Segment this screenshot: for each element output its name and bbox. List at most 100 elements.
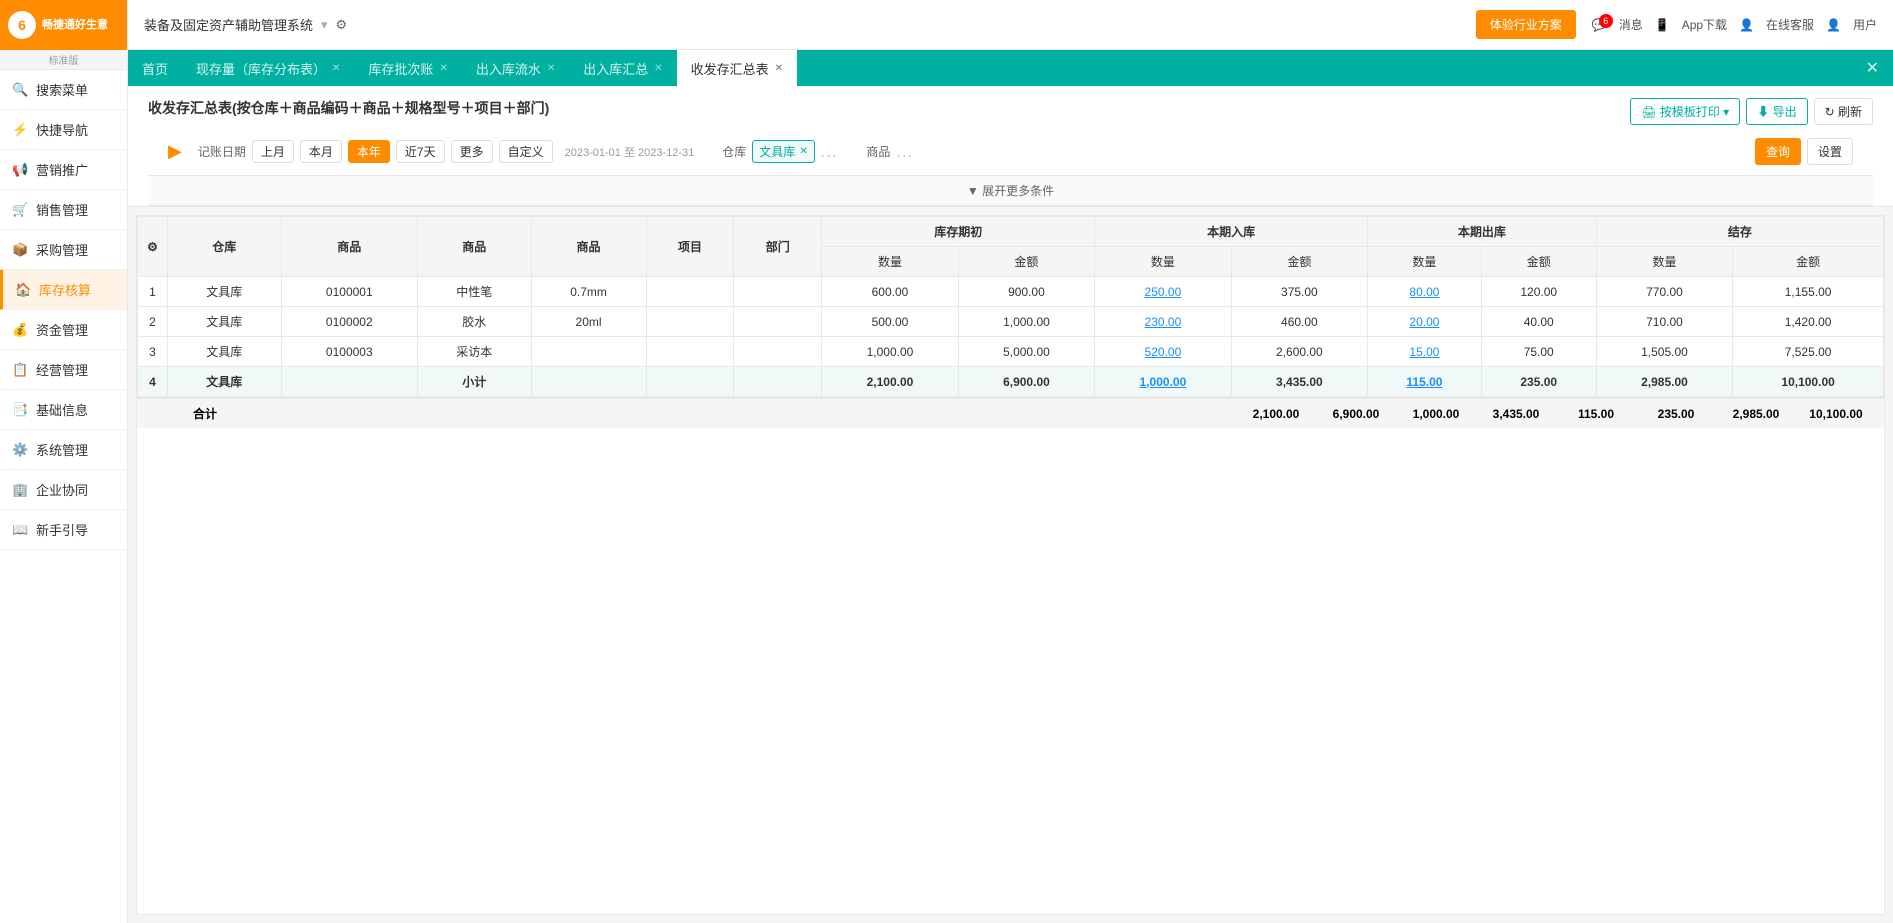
- user-label[interactable]: 用户: [1853, 16, 1877, 33]
- warehouse-tag-remove[interactable]: ✕: [799, 146, 807, 157]
- th-product-name: 商品: [418, 217, 532, 277]
- print-button[interactable]: 🖨 按模板打印 ▾: [1630, 98, 1740, 125]
- th-product-code: 商品: [281, 217, 417, 277]
- sidebar-item-enterprise[interactable]: 🏢 企业协同: [0, 470, 127, 510]
- cell-no: 2: [138, 307, 168, 337]
- settings-button[interactable]: 设置: [1807, 138, 1853, 165]
- cell-bal-amt: 1,155.00: [1733, 277, 1884, 307]
- cell-open-amt: 900.00: [958, 277, 1094, 307]
- inventory-icon: 🏠: [15, 282, 31, 298]
- message-icon-group[interactable]: 💬 6: [1592, 18, 1607, 32]
- tab-home[interactable]: 首页: [128, 50, 182, 86]
- footer-in-amt: 3,435.00: [1476, 407, 1556, 421]
- export-button[interactable]: ⬇ 导出: [1746, 98, 1807, 125]
- cell-spec: 20ml: [531, 307, 646, 337]
- sidebar: 6 畅捷通好生意 标准版 🔍 搜索菜单 ⚡ 快捷导航 📢 营销推广 🛒 销售管理…: [0, 0, 128, 923]
- footer-bal-qty: 2,985.00: [1716, 407, 1796, 421]
- table-row: 2文具库0100002胶水20ml500.001,000.00230.00460…: [138, 307, 1884, 337]
- cell-code: 0100001: [281, 277, 417, 307]
- topbar-left: 装备及固定资产辅助管理系统 ▾ ⚙: [144, 15, 347, 34]
- th-project: 项目: [646, 217, 734, 277]
- sidebar-item-marketing[interactable]: 📢 营销推广: [0, 150, 127, 190]
- tab-batch[interactable]: 库存批次账 ✕: [354, 50, 461, 86]
- tab-close-inventory-dist[interactable]: ✕: [332, 63, 340, 74]
- date-more-btn[interactable]: 更多: [451, 140, 493, 163]
- warehouse-tag[interactable]: 文具库 ✕: [752, 140, 814, 163]
- sidebar-item-search[interactable]: 🔍 搜索菜单: [0, 70, 127, 110]
- purchase-icon: 📦: [12, 242, 28, 258]
- cell-spec: [531, 367, 646, 397]
- goods-more-dots[interactable]: ...: [896, 144, 914, 160]
- tab-close-recv-send-summary[interactable]: ✕: [775, 63, 783, 74]
- date-curr-month-btn[interactable]: 本月: [300, 140, 342, 163]
- tab-inout-summary[interactable]: 出入库汇总 ✕: [569, 50, 676, 86]
- sidebar-item-purchase[interactable]: 📦 采购管理: [0, 230, 127, 270]
- content-area: 收发存汇总表(按仓库＋商品编码＋商品＋规格型号＋项目＋部门) 🖨 按模板打印 ▾…: [128, 86, 1893, 923]
- cell-no: 4: [138, 367, 168, 397]
- date-range-display: 2023-01-01 至 2023-12-31: [565, 144, 695, 160]
- cell-spec: [531, 337, 646, 367]
- cell-dept: [734, 277, 822, 307]
- cell-warehouse: 文具库: [168, 367, 282, 397]
- gear-icon[interactable]: ⚙: [336, 17, 348, 33]
- date-7days-btn[interactable]: 近7天: [396, 140, 445, 163]
- sidebar-item-newbie[interactable]: 📖 新手引导: [0, 510, 127, 550]
- tab-inventory-dist[interactable]: 现存量（库存分布表） ✕: [182, 50, 354, 86]
- demo-button[interactable]: 体验行业方案: [1476, 10, 1576, 39]
- sidebar-item-sales[interactable]: 🛒 销售管理: [0, 190, 127, 230]
- tab-close-inout-flow[interactable]: ✕: [547, 63, 555, 74]
- cell-code: 0100003: [281, 337, 417, 367]
- date-prev-month-btn[interactable]: 上月: [252, 140, 294, 163]
- cell-in-amt: 375.00: [1231, 277, 1367, 307]
- date-filter-section: 记账日期 上月 本月 本年 近7天 更多 自定义: [198, 140, 553, 163]
- sidebar-item-inventory[interactable]: 🏠 库存核算: [0, 270, 127, 310]
- cell-warehouse: 文具库: [168, 307, 282, 337]
- filter-collapse-btn[interactable]: ▶: [168, 141, 182, 162]
- refresh-button[interactable]: ↻ 刷新: [1814, 98, 1873, 125]
- date-curr-year-btn[interactable]: 本年: [348, 140, 390, 163]
- tab-close-inout-summary[interactable]: ✕: [654, 63, 662, 74]
- tab-inout-flow[interactable]: 出入库流水 ✕: [462, 50, 569, 86]
- sidebar-item-finance[interactable]: 💰 资金管理: [0, 310, 127, 350]
- warehouse-more-dots[interactable]: ...: [821, 144, 839, 160]
- cell-in-qty[interactable]: 520.00: [1095, 337, 1231, 367]
- cell-open-amt: 1,000.00: [958, 307, 1094, 337]
- cell-name: 中性笔: [418, 277, 532, 307]
- cell-bal-qty: 2,985.00: [1596, 367, 1732, 397]
- cell-out-qty[interactable]: 15.00: [1368, 337, 1482, 367]
- app-download-label[interactable]: App下载: [1682, 16, 1727, 33]
- sidebar-item-operation[interactable]: 📋 经营管理: [0, 350, 127, 390]
- cell-out-qty[interactable]: 20.00: [1368, 307, 1482, 337]
- message-label: 消息: [1619, 16, 1643, 33]
- sidebar-item-system[interactable]: ⚙️ 系统管理: [0, 430, 127, 470]
- query-button[interactable]: 查询: [1755, 138, 1801, 165]
- cell-out-qty[interactable]: 115.00: [1368, 367, 1482, 397]
- print-dropdown-icon: ▾: [1723, 105, 1729, 119]
- cell-bal-amt: 7,525.00: [1733, 337, 1884, 367]
- export-icon: ⬇: [1757, 105, 1769, 119]
- sidebar-item-quick[interactable]: ⚡ 快捷导航: [0, 110, 127, 150]
- warehouse-filter-section: 仓库 文具库 ✕ ...: [722, 140, 838, 163]
- cell-in-qty[interactable]: 250.00: [1095, 277, 1231, 307]
- footer-open-amt: 6,900.00: [1316, 407, 1396, 421]
- th-settings[interactable]: ⚙: [138, 217, 168, 277]
- cell-bal-amt: 1,420.00: [1733, 307, 1884, 337]
- cell-in-qty[interactable]: 230.00: [1095, 307, 1231, 337]
- cell-bal-qty: 1,505.00: [1596, 337, 1732, 367]
- cell-in-amt: 3,435.00: [1231, 367, 1367, 397]
- th-out-amt: 金额: [1481, 247, 1596, 277]
- date-custom-btn[interactable]: 自定义: [499, 140, 553, 163]
- tab-recv-send-summary[interactable]: 收发存汇总表 ✕: [677, 50, 797, 86]
- cell-in-qty[interactable]: 1,000.00: [1095, 367, 1231, 397]
- sidebar-badge: 标准版: [0, 50, 127, 70]
- filter-bar: ▶ 记账日期 上月 本月 本年 近7天 更多 自定义 2023-01-01 至 …: [148, 128, 1873, 176]
- page-actions: 🖨 按模板打印 ▾ ⬇ 导出 ↻ 刷新: [1630, 98, 1873, 125]
- expand-more-bar[interactable]: ▼ 展开更多条件: [148, 176, 1873, 206]
- online-service-label[interactable]: 在线客服: [1766, 16, 1814, 33]
- basic-icon: 📑: [12, 402, 28, 418]
- tabbar-close-btn[interactable]: ✕: [1852, 58, 1893, 78]
- sidebar-item-basic[interactable]: 📑 基础信息: [0, 390, 127, 430]
- tab-close-batch[interactable]: ✕: [439, 63, 447, 74]
- system-name: 装备及固定资产辅助管理系统: [144, 15, 313, 34]
- cell-out-qty[interactable]: 80.00: [1368, 277, 1482, 307]
